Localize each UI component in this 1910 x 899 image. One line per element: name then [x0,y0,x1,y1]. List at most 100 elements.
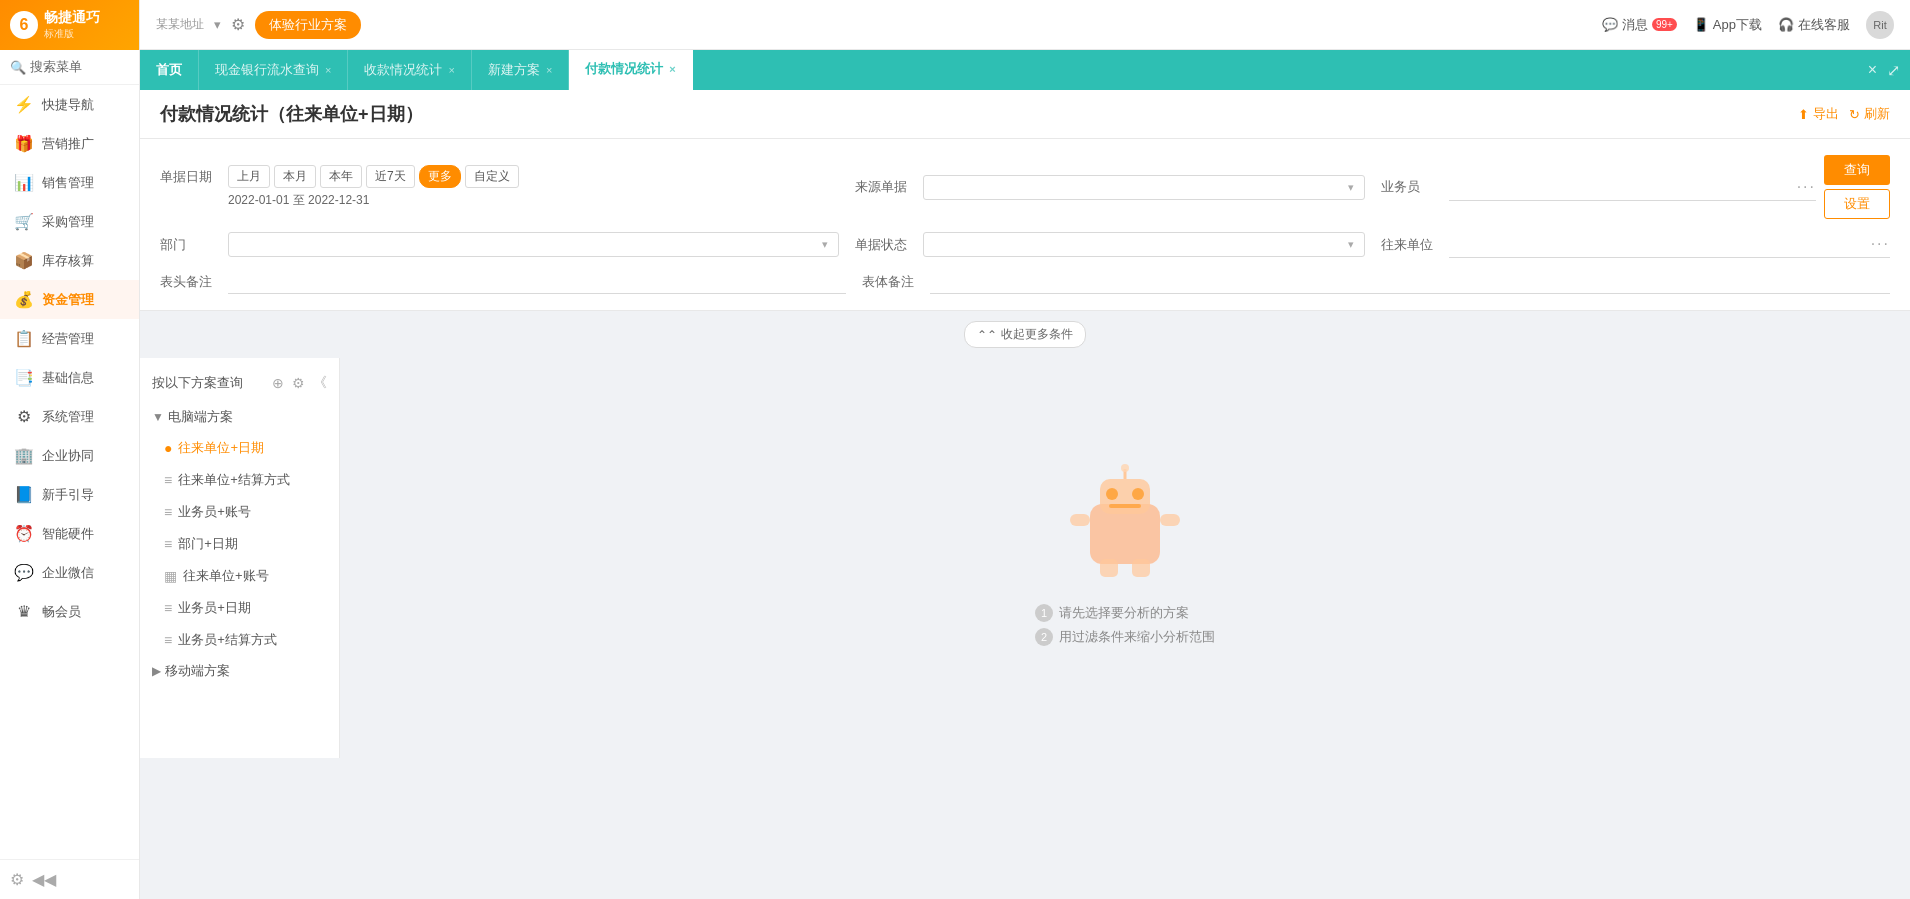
query-btn[interactable]: 查询 [1824,155,1890,185]
tab-cash-flow[interactable]: 现金银行流水查询 × [199,50,348,90]
scheme-sidebar-header: 按以下方案查询 ⊕ ⚙ 《 [140,368,339,402]
scheme-item-partner-date[interactable]: ● 往来单位+日期 [140,432,339,464]
scheme-group-mobile-header[interactable]: ▶ 移动端方案 [140,656,339,686]
scheme-item-partner-date-label: 往来单位+日期 [178,439,264,457]
scheme-item-partner-settle[interactable]: ≡ 往来单位+结算方式 [140,464,339,496]
doc-status-select[interactable]: ▾ [923,232,1364,257]
sidebar-bottom: ⚙ ◀◀ [0,859,139,899]
sidebar-item-marketing[interactable]: 🎁 营销推广 [0,124,139,163]
empty-tips: 1 请先选择要分析的方案 2 用过滤条件来缩小分析范围 [1035,604,1215,646]
page-title: 付款情况统计（往来单位+日期） [160,102,423,126]
trial-btn[interactable]: 体验行业方案 [255,11,361,39]
sidebar-settings-icon[interactable]: ⚙ [10,870,24,889]
tab-new-scheme[interactable]: 新建方案 × [472,50,569,90]
sidebar-item-hardware[interactable]: ⏰ 智能硬件 [0,514,139,553]
sidebar-item-label: 采购管理 [42,213,94,231]
sidebar-item-capital[interactable]: 💰 资金管理 [0,280,139,319]
scheme-item-salesman-date[interactable]: ≡ 业务员+日期 [140,592,339,624]
sidebar-item-sales[interactable]: 📊 销售管理 [0,163,139,202]
source-label: 来源单据 [855,178,915,196]
date-btn-this-month[interactable]: 本月 [274,165,316,188]
tab-new-scheme-close[interactable]: × [546,64,552,76]
collapse-btn[interactable]: ⌃⌃ 收起更多条件 [964,321,1086,348]
date-btn-7days[interactable]: 近7天 [366,165,415,188]
scheme-settings-icon[interactable]: ⚙ [292,375,305,391]
sidebar-item-guide[interactable]: 📘 新手引导 [0,475,139,514]
message-icon: 💬 [1602,17,1618,32]
tab-payment-stats-close[interactable]: × [448,64,454,76]
message-item[interactable]: 💬 消息 99+ [1602,16,1677,34]
scheme-group-desktop-header[interactable]: ▼ 电脑端方案 [140,402,339,432]
tab-payment-stats[interactable]: 收款情况统计 × [348,50,471,90]
scheme-item-dept-date[interactable]: ≡ 部门+日期 [140,528,339,560]
scheme-add-icon[interactable]: ⊕ [272,375,284,391]
window-expand-icon[interactable]: ⤢ [1887,61,1900,80]
salesman-ellipsis[interactable]: ··· [1797,178,1816,196]
scheme-item-label: 往来单位+结算方式 [178,471,290,489]
sidebar-item-wechat[interactable]: 💬 企业微信 [0,553,139,592]
scheme-item-partner-account[interactable]: ▦ 往来单位+账号 [140,560,339,592]
tabbar: 首页 现金银行流水查询 × 收款情况统计 × 新建方案 × 付款情况统计 × ×… [140,50,1910,90]
refresh-btn[interactable]: ↻ 刷新 [1849,105,1890,123]
tab-home-label: 首页 [156,61,182,79]
sidebar-item-label: 营销推广 [42,135,94,153]
source-select[interactable]: ▾ [923,175,1364,200]
sidebar-item-quick-nav[interactable]: ⚡ 快捷导航 [0,85,139,124]
search-label: 搜索菜单 [30,58,82,76]
header-gear-icon[interactable]: ⚙ [231,15,245,34]
tab-pay-stats-close[interactable]: × [669,63,675,75]
quick-nav-icon: ⚡ [14,95,34,114]
sidebar-item-label: 资金管理 [42,291,94,309]
sidebar-item-purchase[interactable]: 🛒 采购管理 [0,202,139,241]
svg-point-3 [1132,488,1144,500]
mobile-group-arrow: ▶ [152,664,161,678]
sidebar-item-label: 智能硬件 [42,525,94,543]
sidebar-item-system[interactable]: ⚙ 系统管理 [0,397,139,436]
scheme-item-label: 业务员+结算方式 [178,631,277,649]
date-btn-more[interactable]: 更多 [419,165,461,188]
tab-home[interactable]: 首页 [140,50,199,90]
partner-label: 往来单位 [1381,236,1441,254]
scheme-collapse-icon[interactable]: 《 [313,374,327,392]
scheme-item-salesman-account[interactable]: ≡ 业务员+账号 [140,496,339,528]
date-btn-custom[interactable]: 自定义 [465,165,519,188]
main-area: 某某地址 ▾ ⚙ 体验行业方案 💬 消息 99+ 📱 App下载 🎧 在线客服 … [140,0,1910,899]
wechat-icon: 💬 [14,563,34,582]
scheme-item-salesman-settle[interactable]: ≡ 业务员+结算方式 [140,624,339,656]
header-address: 某某地址 [156,16,204,33]
scheme-item-icon: ≡ [164,632,172,648]
header-dropdown-icon[interactable]: ▾ [214,17,221,32]
tab-cash-flow-close[interactable]: × [325,64,331,76]
dept-select[interactable]: ▾ [228,232,839,257]
date-btn-this-year[interactable]: 本年 [320,165,362,188]
app-download-item[interactable]: 📱 App下载 [1693,16,1762,34]
tip-num-1: 1 [1035,604,1053,622]
logo-icon: 6 [10,11,38,39]
filter-row-2: 部门 ▾ 单据状态 ▾ 往来单位 ··· [160,231,1890,258]
svg-point-10 [1121,464,1129,472]
filter-row-1: 单据日期 上月 本月 本年 近7天 更多 自定义 2022-01-01 至 20… [160,155,1890,219]
window-close-icon[interactable]: × [1868,61,1877,79]
sidebar-logo: 6 畅捷通巧 标准版 [0,0,139,50]
sidebar-item-label: 基础信息 [42,369,94,387]
sidebar-item-member[interactable]: ♛ 畅会员 [0,592,139,631]
app-download-icon: 📱 [1693,17,1709,32]
tab-pay-stats[interactable]: 付款情况统计 × [569,50,692,90]
sidebar-item-enterprise[interactable]: 🏢 企业协同 [0,436,139,475]
user-avatar[interactable]: Rit [1866,11,1894,39]
desktop-group-label: 电脑端方案 [168,408,233,426]
sidebar-item-operations[interactable]: 📋 经营管理 [0,319,139,358]
sidebar-nav: ⚡ 快捷导航 🎁 营销推广 📊 销售管理 🛒 采购管理 📦 库存核算 💰 资金管… [0,85,139,859]
operations-icon: 📋 [14,329,34,348]
date-btn-last-month[interactable]: 上月 [228,165,270,188]
sidebar-item-inventory[interactable]: 📦 库存核算 [0,241,139,280]
customer-service-item[interactable]: 🎧 在线客服 [1778,16,1850,34]
desktop-group-arrow: ▼ [152,410,164,424]
export-btn[interactable]: ⬆ 导出 [1798,105,1839,123]
sidebar-search[interactable]: 🔍 搜索菜单 [0,50,139,85]
sidebar-item-basic-info[interactable]: 📑 基础信息 [0,358,139,397]
partner-ellipsis[interactable]: ··· [1871,235,1890,253]
sidebar-collapse-icon[interactable]: ◀◀ [32,870,56,889]
scheme-item-label: 往来单位+账号 [183,567,269,585]
setting-btn[interactable]: 设置 [1824,189,1890,219]
